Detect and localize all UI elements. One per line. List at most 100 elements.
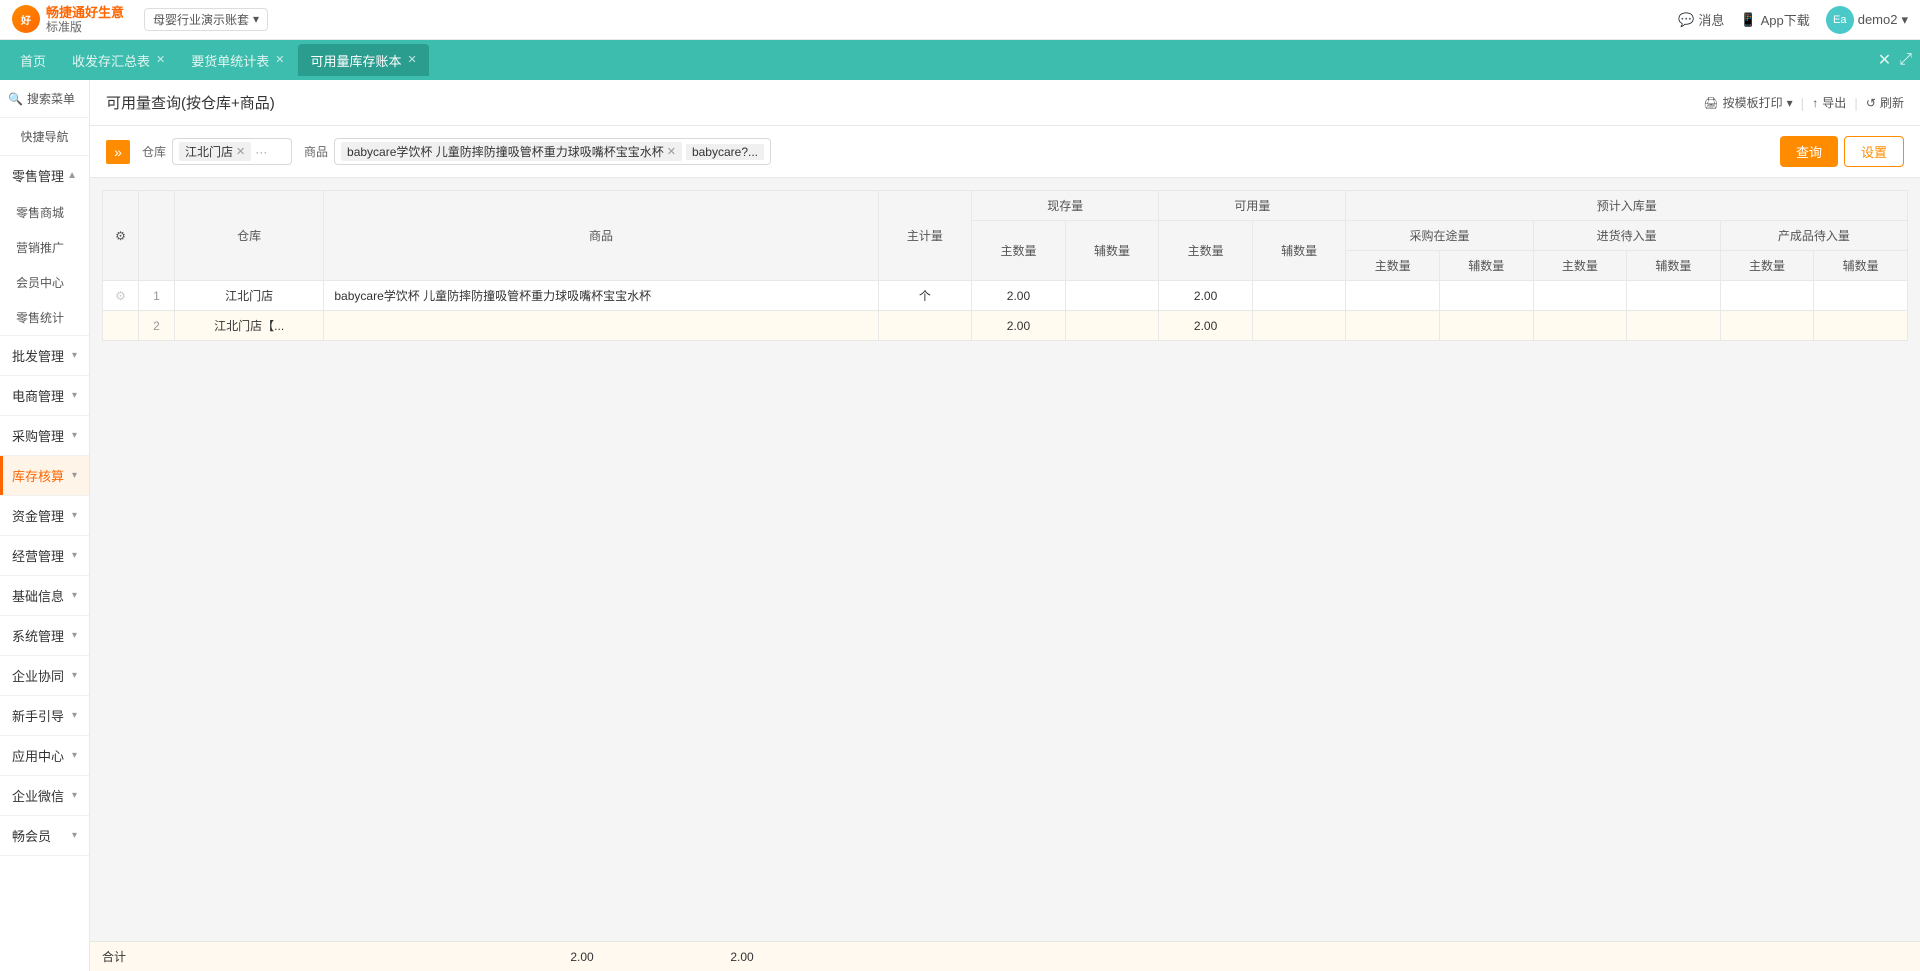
tab-close-order-stats[interactable]: ✕ <box>275 55 284 66</box>
sidebar-group-system[interactable]: 系统管理 ▾ <box>0 616 89 655</box>
row2-gear[interactable] <box>103 311 139 341</box>
sidebar-section-system: 系统管理 ▾ <box>0 616 89 656</box>
sidebar-group-wework[interactable]: 企业微信 ▾ <box>0 776 89 815</box>
tab-close-all[interactable]: ✕ <box>1878 50 1891 70</box>
tab-income-summary[interactable]: 收发存汇总表 ✕ <box>60 44 177 76</box>
filter-warehouse: 仓库 江北门店 ✕ ··· <box>142 138 292 165</box>
row1-pt-aux <box>1440 281 1534 311</box>
col-prod-aux: 辅数量 <box>1814 251 1908 281</box>
user-menu[interactable]: Ea demo2 ▾ <box>1826 6 1908 34</box>
appstore-expand-icon: ▾ <box>72 750 77 761</box>
data-table: ⚙ 仓库 商品 主计量 现存量 可用量 预计入库量 主数量 辅数量 主数量 辅数… <box>102 190 1908 341</box>
sidebar-group-changhui[interactable]: 畅会员 ▾ <box>0 816 89 855</box>
row2-in-aux <box>1627 311 1721 341</box>
tab-close-available-inventory[interactable]: ✕ <box>408 55 417 66</box>
col-unit-header: 主计量 <box>878 191 972 281</box>
sidebar-group-appstore[interactable]: 应用中心 ▾ <box>0 736 89 775</box>
page-header: 可用量查询(按仓库+商品) 🖨 按模板打印 ▾ | ↑ 导出 | ↺ 刷新 <box>90 80 1920 126</box>
sidebar-quick-nav[interactable]: 快捷导航 <box>0 118 89 156</box>
filter-bar: » 仓库 江北门店 ✕ ··· 商品 babycare学饮杯 儿童防摔防撞吸管杯… <box>90 126 1920 178</box>
sidebar-group-operation[interactable]: 经营管理 ▾ <box>0 536 89 575</box>
main-layout: 🔍 搜索菜单 快捷导航 零售管理 ▲ 零售商城 营销推广 会员中心 零售统计 批… <box>0 80 1920 971</box>
row1-stock-aux <box>1065 281 1159 311</box>
query-button[interactable]: 查询 <box>1780 136 1838 167</box>
sidebar-section-basic: 基础信息 ▾ <box>0 576 89 616</box>
sidebar-group-wholesale[interactable]: 批发管理 ▾ <box>0 336 89 375</box>
tab-bar-right: ✕ ⤢ <box>1878 50 1912 70</box>
tab-order-stats[interactable]: 要货单统计表 ✕ <box>179 44 296 76</box>
row1-available-aux <box>1252 281 1346 311</box>
filter-expand-button[interactable]: » <box>106 140 130 164</box>
tab-home[interactable]: 首页 <box>8 44 58 76</box>
row2-in-main <box>1533 311 1627 341</box>
col-prod-main: 主数量 <box>1720 251 1814 281</box>
sidebar-group-retail[interactable]: 零售管理 ▲ <box>0 156 89 195</box>
sidebar-section-finance: 资金管理 ▾ <box>0 496 89 536</box>
product-filter-input[interactable]: babycare学饮杯 儿童防摔防撞吸管杯重力球吸嘴杯宝宝水杯 ✕ babyca… <box>334 138 771 165</box>
export-button[interactable]: ↑ 导出 <box>1812 94 1846 111</box>
app-download-button[interactable]: 📱 App下载 <box>1740 10 1809 29</box>
warehouse-tag: 江北门店 ✕ <box>179 142 251 161</box>
product-tag-2: babycare?... <box>686 144 764 160</box>
row2-unit <box>878 311 972 341</box>
tab-close-income-summary[interactable]: ✕ <box>156 55 165 66</box>
sidebar-group-enterprise[interactable]: 企业协同 ▾ <box>0 656 89 695</box>
export-icon: ↑ <box>1812 96 1818 110</box>
tab-available-inventory[interactable]: 可用量库存账本 ✕ <box>298 44 428 76</box>
content-area: 可用量查询(按仓库+商品) 🖨 按模板打印 ▾ | ↑ 导出 | ↺ 刷新 <box>90 80 1920 971</box>
row2-available-aux <box>1252 311 1346 341</box>
settings-button[interactable]: 设置 <box>1844 136 1904 167</box>
sidebar-group-finance[interactable]: 资金管理 ▾ <box>0 496 89 535</box>
enterprise-expand-icon: ▾ <box>72 670 77 681</box>
sidebar-section-ecommerce: 电商管理 ▾ <box>0 376 89 416</box>
sidebar-section-appstore: 应用中心 ▾ <box>0 736 89 776</box>
sidebar-item-marketing[interactable]: 营销推广 <box>0 230 89 265</box>
tab-bar: 首页 收发存汇总表 ✕ 要货单统计表 ✕ 可用量库存账本 ✕ ✕ ⤢ <box>0 40 1920 80</box>
warehouse-tag-close[interactable]: ✕ <box>236 145 245 158</box>
sidebar-item-retail-shop[interactable]: 零售商城 <box>0 195 89 230</box>
col-pt-main: 主数量 <box>1346 251 1440 281</box>
chevron-down-icon: ▾ <box>253 12 259 26</box>
template-print-button[interactable]: 🖨 按模板打印 ▾ <box>1703 94 1792 111</box>
sidebar-section-enterprise: 企业协同 ▾ <box>0 656 89 696</box>
col-stock-aux: 辅数量 <box>1065 221 1159 281</box>
filter-product: 商品 babycare学饮杯 儿童防摔防撞吸管杯重力球吸嘴杯宝宝水杯 ✕ bab… <box>304 138 771 165</box>
inventory-expand-icon: ▾ <box>72 470 77 481</box>
filter-actions: 查询 设置 <box>1780 136 1904 167</box>
page-actions: 🖨 按模板打印 ▾ | ↑ 导出 | ↺ 刷新 <box>1703 94 1904 111</box>
row1-available-main: 2.00 <box>1159 281 1253 311</box>
row1-in-aux <box>1627 281 1721 311</box>
sidebar-group-ecommerce[interactable]: 电商管理 ▾ <box>0 376 89 415</box>
col-warehouse-header: 仓库 <box>175 191 324 281</box>
product-tag-1-close[interactable]: ✕ <box>667 145 676 158</box>
row1-in-main <box>1533 281 1627 311</box>
sidebar-group-newbie[interactable]: 新手引导 ▾ <box>0 696 89 735</box>
refresh-button[interactable]: ↺ 刷新 <box>1866 94 1904 111</box>
sidebar-item-retail-stats[interactable]: 零售统计 <box>0 300 89 335</box>
row1-num: 1 <box>139 281 175 311</box>
col-available-aux: 辅数量 <box>1252 221 1346 281</box>
row1-product: babycare学饮杯 儿童防摔防撞吸管杯重力球吸嘴杯宝宝水杯 <box>324 281 878 311</box>
col-gear: ⚙ <box>103 191 139 281</box>
sidebar-section-operation: 经营管理 ▾ <box>0 536 89 576</box>
row2-num: 2 <box>139 311 175 341</box>
sidebar-section-changhui: 畅会员 ▾ <box>0 816 89 856</box>
finance-expand-icon: ▾ <box>72 510 77 521</box>
table-footer: 合计 2.00 2.00 <box>90 941 1920 971</box>
sidebar-group-purchase[interactable]: 采购管理 ▾ <box>0 416 89 455</box>
message-button[interactable]: 💬 消息 <box>1678 10 1724 29</box>
sidebar-item-member[interactable]: 会员中心 <box>0 265 89 300</box>
col-pt-aux: 辅数量 <box>1440 251 1534 281</box>
sidebar-group-basic[interactable]: 基础信息 ▾ <box>0 576 89 615</box>
col-purchase-transit-header: 采购在途量 <box>1346 221 1533 251</box>
tab-maximize[interactable]: ⤢ <box>1899 51 1912 69</box>
org-selector[interactable]: 母婴行业演示账套 ▾ <box>144 8 268 31</box>
sidebar-search[interactable]: 🔍 搜索菜单 <box>0 80 89 118</box>
table-row: 2 江北门店【... 2.00 2.00 <box>103 311 1908 341</box>
row1-gear[interactable]: ⚙ <box>103 281 139 311</box>
sidebar-group-inventory[interactable]: 库存核算 ▾ <box>0 456 89 495</box>
changhui-expand-icon: ▾ <box>72 830 77 841</box>
purchase-expand-icon: ▾ <box>72 430 77 441</box>
row2-warehouse: 江北门店【... <box>175 311 324 341</box>
warehouse-filter-input[interactable]: 江北门店 ✕ ··· <box>172 138 292 165</box>
